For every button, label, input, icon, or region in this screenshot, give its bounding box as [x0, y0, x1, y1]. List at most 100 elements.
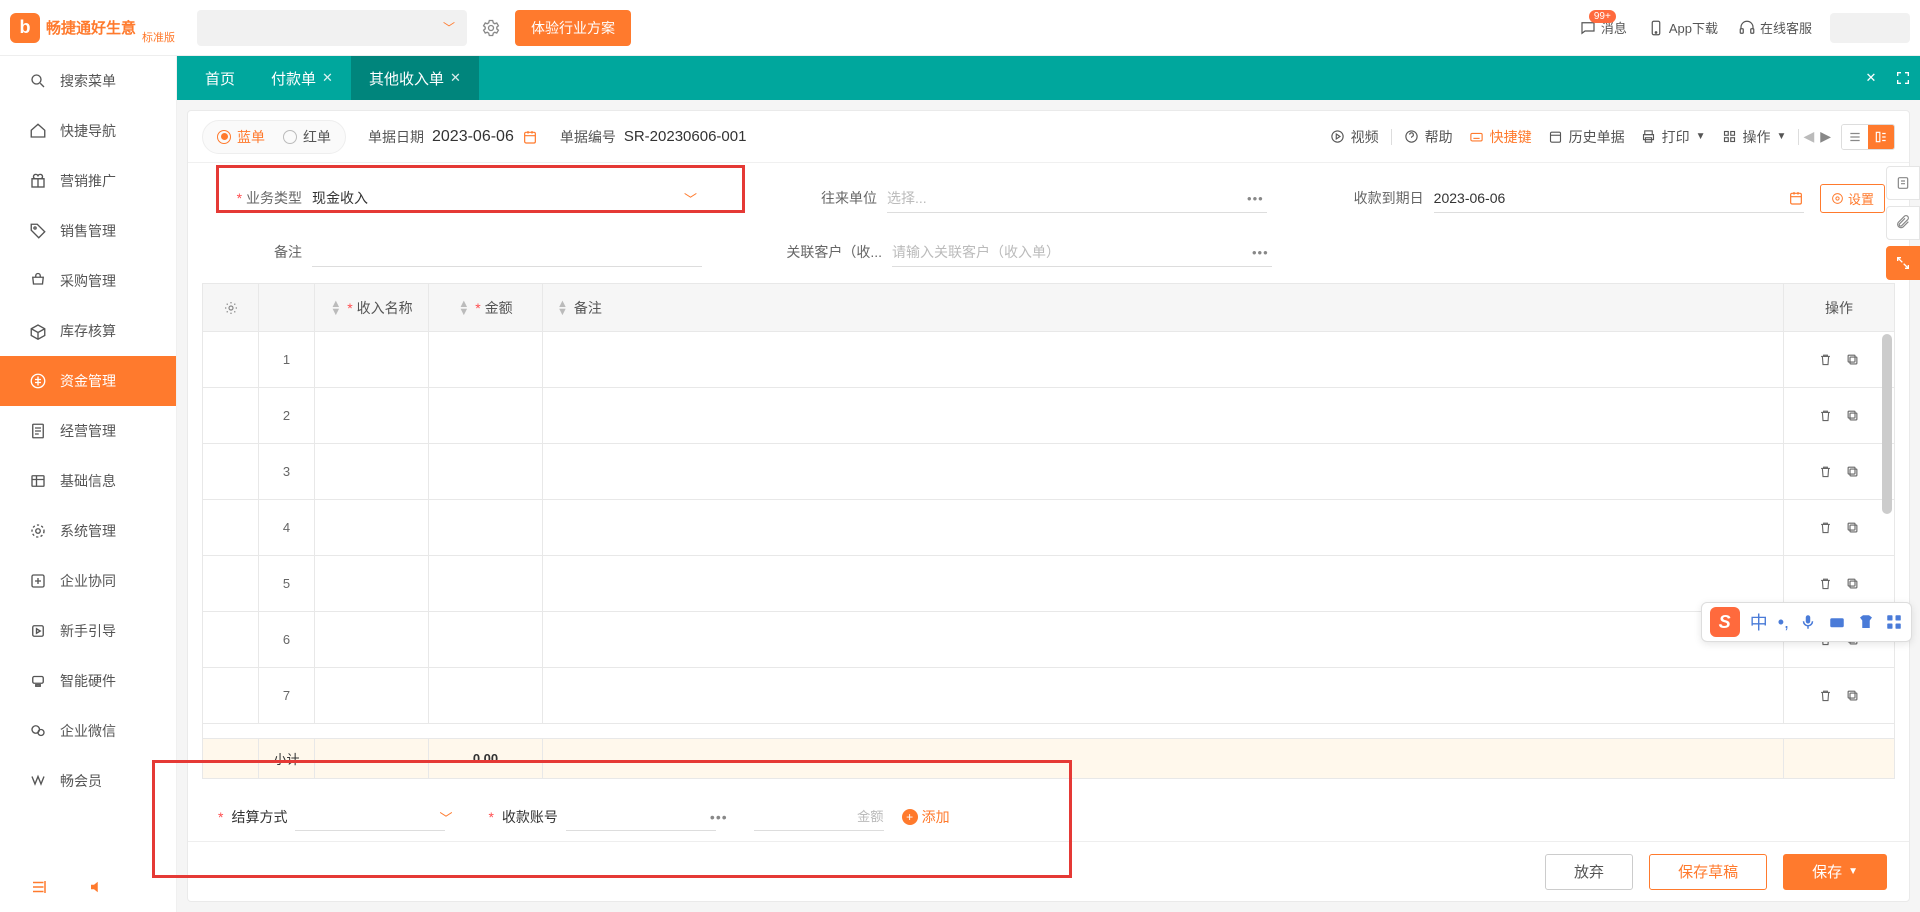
- row-copy-icon[interactable]: [1845, 352, 1860, 367]
- rail-attach-icon[interactable]: [1886, 206, 1920, 240]
- cell-name[interactable]: [315, 668, 429, 723]
- close-all-icon[interactable]: ✕: [1860, 67, 1882, 89]
- settle-method-input[interactable]: [295, 803, 445, 831]
- prev-doc-icon[interactable]: ◀: [1803, 128, 1814, 145]
- cell-amount[interactable]: [429, 556, 543, 611]
- row-delete-icon[interactable]: [1818, 408, 1833, 423]
- ime-toolbar[interactable]: S 中 •,: [1701, 602, 1912, 642]
- tab-payment[interactable]: 付款单✕: [253, 56, 351, 100]
- sidebar-item-basedata[interactable]: 基础信息: [0, 456, 176, 506]
- row-delete-icon[interactable]: [1818, 576, 1833, 591]
- cell-note[interactable]: [543, 612, 1784, 667]
- sidebar-item-sales[interactable]: 销售管理: [0, 206, 176, 256]
- col-note[interactable]: ▲▼备注: [543, 284, 1784, 331]
- col-amount[interactable]: ▲▼* 金额: [429, 284, 543, 331]
- collapse-icon[interactable]: [30, 878, 48, 896]
- row-copy-icon[interactable]: [1845, 576, 1860, 591]
- ime-skin-icon[interactable]: [1857, 613, 1875, 631]
- radio-red[interactable]: 红单: [283, 127, 331, 147]
- sidebar-item-quicknav[interactable]: 快捷导航: [0, 106, 176, 156]
- view-list-icon[interactable]: [1842, 125, 1868, 149]
- ime-tools-icon[interactable]: [1885, 613, 1903, 631]
- ops-link[interactable]: 操作▼: [1722, 127, 1787, 147]
- save-draft-button[interactable]: 保存草稿: [1649, 854, 1767, 890]
- row-copy-icon[interactable]: [1845, 464, 1860, 479]
- more-icon[interactable]: •••: [1247, 191, 1264, 206]
- calendar-icon[interactable]: [522, 129, 538, 145]
- settings-button[interactable]: 设置: [1820, 184, 1885, 213]
- ime-keyboard-icon[interactable]: [1827, 613, 1847, 631]
- table-row[interactable]: 7: [203, 668, 1894, 724]
- cell-amount[interactable]: [429, 444, 543, 499]
- cell-name[interactable]: [315, 500, 429, 555]
- row-delete-icon[interactable]: [1818, 464, 1833, 479]
- table-row[interactable]: 6: [203, 612, 1894, 668]
- video-link[interactable]: 视频: [1330, 127, 1379, 147]
- next-doc-icon[interactable]: ▶: [1820, 128, 1831, 145]
- table-row[interactable]: 5: [203, 556, 1894, 612]
- history-link[interactable]: 历史单据: [1548, 127, 1625, 147]
- row-copy-icon[interactable]: [1845, 520, 1860, 535]
- biz-type-input[interactable]: [312, 183, 702, 213]
- close-icon[interactable]: ✕: [450, 70, 461, 86]
- cell-note[interactable]: [543, 668, 1784, 723]
- app-download-button[interactable]: App下载: [1647, 18, 1718, 37]
- cell-amount[interactable]: [429, 388, 543, 443]
- account-input[interactable]: [566, 803, 716, 831]
- cell-name[interactable]: [315, 556, 429, 611]
- chevron-down-icon[interactable]: ﹀: [439, 808, 452, 827]
- sound-icon[interactable]: [88, 878, 106, 896]
- sidebar-item-wechat[interactable]: 企业微信: [0, 706, 176, 756]
- add-settle-button[interactable]: +添加: [902, 807, 950, 827]
- fullscreen-icon[interactable]: [1892, 67, 1914, 89]
- help-link[interactable]: 帮助: [1404, 127, 1453, 147]
- more-icon[interactable]: •••: [1252, 245, 1269, 260]
- sidebar-item-search[interactable]: 搜索菜单: [0, 56, 176, 106]
- due-date-input[interactable]: [1434, 183, 1804, 213]
- more-icon[interactable]: •••: [710, 809, 728, 825]
- sidebar-item-guide[interactable]: 新手引导: [0, 606, 176, 656]
- cell-name[interactable]: [315, 612, 429, 667]
- cell-name[interactable]: [315, 444, 429, 499]
- cell-amount[interactable]: [429, 668, 543, 723]
- sidebar-item-vip[interactable]: 畅会员: [0, 756, 176, 806]
- discard-button[interactable]: 放弃: [1545, 854, 1633, 890]
- cell-name[interactable]: [315, 332, 429, 387]
- row-delete-icon[interactable]: [1818, 688, 1833, 703]
- sidebar-item-funds[interactable]: 资金管理: [0, 356, 176, 406]
- col-income-name[interactable]: ▲▼* 收入名称: [315, 284, 429, 331]
- rail-note-icon[interactable]: [1886, 166, 1920, 200]
- sidebar-item-inventory[interactable]: 库存核算: [0, 306, 176, 356]
- settle-amount-input[interactable]: [754, 803, 884, 831]
- company-selector[interactable]: ﹀: [197, 10, 467, 46]
- rail-expand-icon[interactable]: [1886, 246, 1920, 280]
- table-row[interactable]: 3: [203, 444, 1894, 500]
- tab-other-income[interactable]: 其他收入单✕: [351, 56, 479, 100]
- table-row[interactable]: 1: [203, 332, 1894, 388]
- view-form-icon[interactable]: [1868, 125, 1894, 149]
- cell-amount[interactable]: [429, 500, 543, 555]
- chevron-down-icon[interactable]: ﹀: [684, 189, 697, 208]
- shortcut-link[interactable]: 快捷键: [1469, 127, 1532, 147]
- cell-note[interactable]: [543, 556, 1784, 611]
- cell-note[interactable]: [543, 444, 1784, 499]
- save-button[interactable]: 保存▼: [1783, 854, 1887, 890]
- settings-icon[interactable]: [481, 18, 501, 38]
- table-row[interactable]: 4: [203, 500, 1894, 556]
- scrollbar[interactable]: [1882, 334, 1892, 738]
- radio-blue[interactable]: 蓝单: [217, 127, 265, 147]
- row-delete-icon[interactable]: [1818, 352, 1833, 367]
- sidebar-item-marketing[interactable]: 营销推广: [0, 156, 176, 206]
- doc-date-value[interactable]: 2023-06-06: [432, 128, 514, 146]
- sidebar-item-operations[interactable]: 经营管理: [0, 406, 176, 456]
- cell-amount[interactable]: [429, 332, 543, 387]
- sidebar-item-hardware[interactable]: 智能硬件: [0, 656, 176, 706]
- col-settings-icon[interactable]: [203, 284, 259, 331]
- relate-input[interactable]: [892, 237, 1272, 267]
- sidebar-item-collab[interactable]: 企业协同: [0, 556, 176, 606]
- cell-amount[interactable]: [429, 612, 543, 667]
- sidebar-item-system[interactable]: 系统管理: [0, 506, 176, 556]
- cell-note[interactable]: [543, 388, 1784, 443]
- ime-punct-icon[interactable]: •,: [1778, 612, 1789, 633]
- tab-home[interactable]: 首页: [187, 56, 253, 100]
